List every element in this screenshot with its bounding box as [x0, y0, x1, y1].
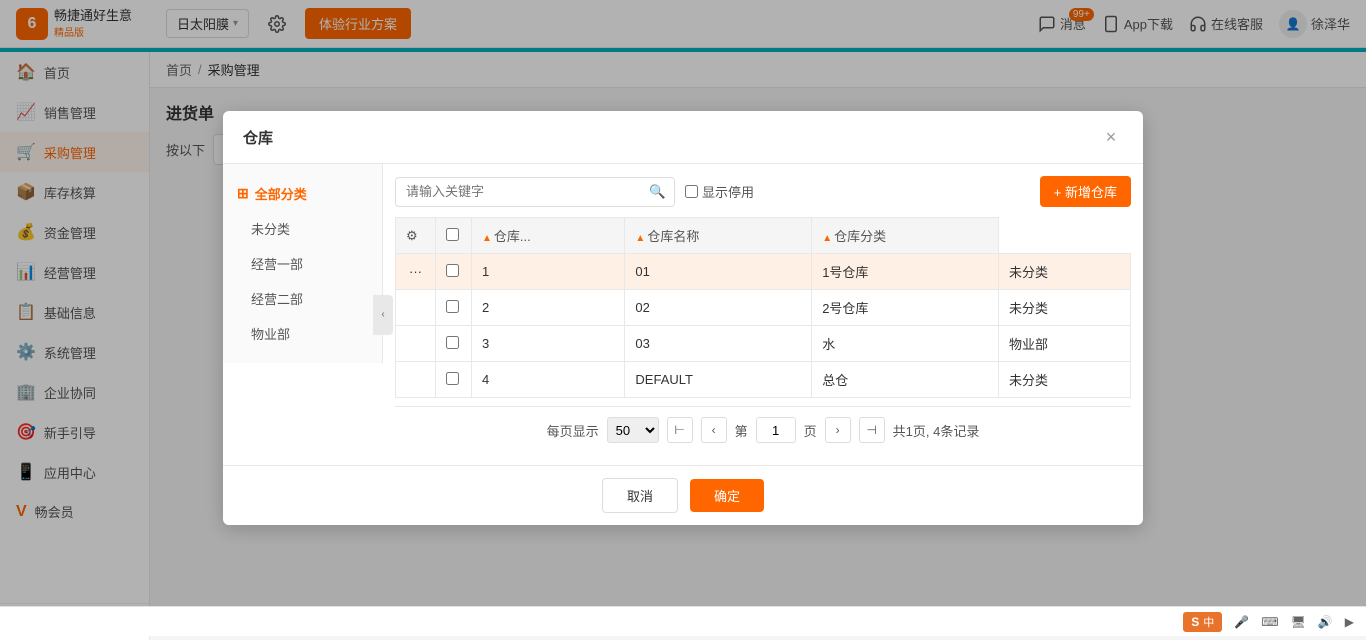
- taskbar: S 中 🎤 ⌨ 🖥 🔊 ▶: [0, 606, 1366, 636]
- taskbar-mic[interactable]: 🎤: [1234, 615, 1249, 629]
- row-name-cell: 水: [812, 326, 999, 362]
- taskbar-keyboard[interactable]: ⌨: [1261, 615, 1278, 629]
- col-name-header[interactable]: ▲仓库名称: [625, 218, 812, 254]
- row-code-cell: DEFAULT: [625, 362, 812, 398]
- modal-sidebar-item-3[interactable]: 物业部: [223, 316, 382, 351]
- row-settings-cell[interactable]: [396, 290, 436, 326]
- col-category-header[interactable]: ▲仓库分类: [812, 218, 999, 254]
- row-num-cell: 1: [472, 254, 625, 290]
- sort-icon: ▲: [482, 233, 492, 244]
- search-input[interactable]: [396, 178, 641, 205]
- modal-toolbar: 🔍 显示停用 + 新增仓库: [395, 176, 1131, 207]
- per-page-select[interactable]: 50 100: [607, 417, 659, 443]
- first-page-button[interactable]: ⊢: [667, 417, 693, 443]
- page-suffix: 页: [804, 421, 817, 440]
- modal-sidebar-all-label: 全部分类: [255, 184, 307, 203]
- modal-sidebar-item-1[interactable]: 经营一部: [223, 246, 382, 281]
- warehouse-table: ⚙ ▲仓库... ▲仓库名称 ▲仓库分类 ··· 1: [395, 217, 1131, 398]
- modal-main: 🔍 显示停用 + 新增仓库: [383, 164, 1143, 465]
- modal-body: ⊞ 全部分类 未分类 经营一部 经营二部 物业部 ‹: [223, 164, 1143, 465]
- col-settings-header[interactable]: ⚙: [396, 218, 436, 254]
- add-warehouse-button[interactable]: + 新增仓库: [1040, 176, 1131, 207]
- row-code-cell: 02: [625, 290, 812, 326]
- search-button[interactable]: 🔍: [641, 178, 674, 206]
- confirm-button[interactable]: 确定: [690, 479, 764, 512]
- row-category-cell: 未分类: [998, 254, 1130, 290]
- row-settings-cell[interactable]: [396, 326, 436, 362]
- taskbar-speaker[interactable]: 🔊: [1318, 615, 1333, 629]
- row-checkbox[interactable]: [446, 372, 459, 385]
- prev-page-button[interactable]: ‹: [701, 417, 727, 443]
- row-settings-cell[interactable]: ···: [396, 254, 436, 290]
- next-page-button[interactable]: ›: [825, 417, 851, 443]
- modal-sidebar-item-0[interactable]: 未分类: [223, 211, 382, 246]
- warehouse-table-container: ⚙ ▲仓库... ▲仓库名称 ▲仓库分类 ··· 1: [395, 217, 1131, 398]
- row-category-cell: 未分类: [998, 362, 1130, 398]
- table-row[interactable]: 3 03 水 物业部: [396, 326, 1131, 362]
- warehouse-modal: 仓库 × ⊞ 全部分类 未分类 经营一部 经营: [223, 111, 1143, 525]
- show-disabled-label[interactable]: 显示停用: [685, 182, 754, 201]
- select-all-checkbox[interactable]: [446, 228, 459, 241]
- modal-footer: 取消 确定: [223, 465, 1143, 525]
- modal-overlay: 仓库 × ⊞ 全部分类 未分类 经营一部 经营: [150, 52, 1366, 636]
- table-row[interactable]: 2 02 2号仓库 未分类: [396, 290, 1131, 326]
- row-checkbox-cell[interactable]: [436, 290, 472, 326]
- show-disabled-checkbox[interactable]: [685, 185, 698, 198]
- row-name-cell: 2号仓库: [812, 290, 999, 326]
- grid-icon: ⊞: [237, 185, 249, 202]
- collapse-sidebar-button[interactable]: ‹: [373, 295, 393, 335]
- row-code-cell: 01: [625, 254, 812, 290]
- table-row[interactable]: 4 DEFAULT 总仓 未分类: [396, 362, 1131, 398]
- total-label: 共1页, 4条记录: [893, 421, 980, 440]
- modal-sidebar-item-2[interactable]: 经营二部: [223, 281, 382, 316]
- row-checkbox[interactable]: [446, 264, 459, 277]
- row-checkbox-cell[interactable]: [436, 254, 472, 290]
- modal-header: 仓库 ×: [223, 111, 1143, 164]
- taskbar-brand-text: S: [1191, 615, 1199, 629]
- row-checkbox[interactable]: [446, 336, 459, 349]
- col-checkbox-header[interactable]: [436, 218, 472, 254]
- pagination: 每页显示 50 100 ⊢ ‹ 第 页 › ⊣ 共: [395, 406, 1131, 453]
- taskbar-brand: S 中: [1183, 612, 1222, 632]
- row-code-cell: 03: [625, 326, 812, 362]
- search-box: 🔍: [395, 177, 675, 207]
- page-label: 第: [735, 421, 748, 440]
- modal-sidebar-wrapper: ⊞ 全部分类 未分类 经营一部 经营二部 物业部 ‹: [223, 164, 383, 465]
- row-category-cell: 物业部: [998, 326, 1130, 362]
- last-page-button[interactable]: ⊣: [859, 417, 885, 443]
- taskbar-play[interactable]: ▶: [1345, 615, 1354, 629]
- modal-sidebar: ⊞ 全部分类 未分类 经营一部 经营二部 物业部: [223, 164, 383, 363]
- row-category-cell: 未分类: [998, 290, 1130, 326]
- row-checkbox-cell[interactable]: [436, 362, 472, 398]
- row-num-cell: 3: [472, 326, 625, 362]
- taskbar-brand-label: 中: [1203, 614, 1214, 630]
- row-checkbox-cell[interactable]: [436, 326, 472, 362]
- row-num-cell: 4: [472, 362, 625, 398]
- table-row[interactable]: ··· 1 01 1号仓库 未分类: [396, 254, 1131, 290]
- taskbar-display[interactable]: 🖥: [1291, 615, 1306, 629]
- row-num-cell: 2: [472, 290, 625, 326]
- main-content: 首页 / 采购管理 进货单 按以下 印 导出 刷新 查询 设置 仓库 ×: [150, 52, 1366, 640]
- sort-icon-category: ▲: [822, 233, 832, 244]
- per-page-label: 每页显示: [547, 421, 599, 440]
- col-code-header[interactable]: ▲仓库...: [472, 218, 625, 254]
- modal-title: 仓库: [243, 127, 273, 148]
- sort-icon-name: ▲: [635, 233, 645, 244]
- modal-close-button[interactable]: ×: [1099, 125, 1123, 149]
- row-name-cell: 1号仓库: [812, 254, 999, 290]
- cancel-button[interactable]: 取消: [602, 478, 678, 513]
- modal-sidebar-all[interactable]: ⊞ 全部分类: [223, 176, 382, 211]
- row-name-cell: 总仓: [812, 362, 999, 398]
- app-body: 🏠 首页 📈 销售管理 🛒 采购管理 📦 库存核算 💰 资金管理 📊 经营管理 …: [0, 52, 1366, 640]
- row-checkbox[interactable]: [446, 300, 459, 313]
- row-settings-cell[interactable]: [396, 362, 436, 398]
- page-number-input[interactable]: [756, 417, 796, 443]
